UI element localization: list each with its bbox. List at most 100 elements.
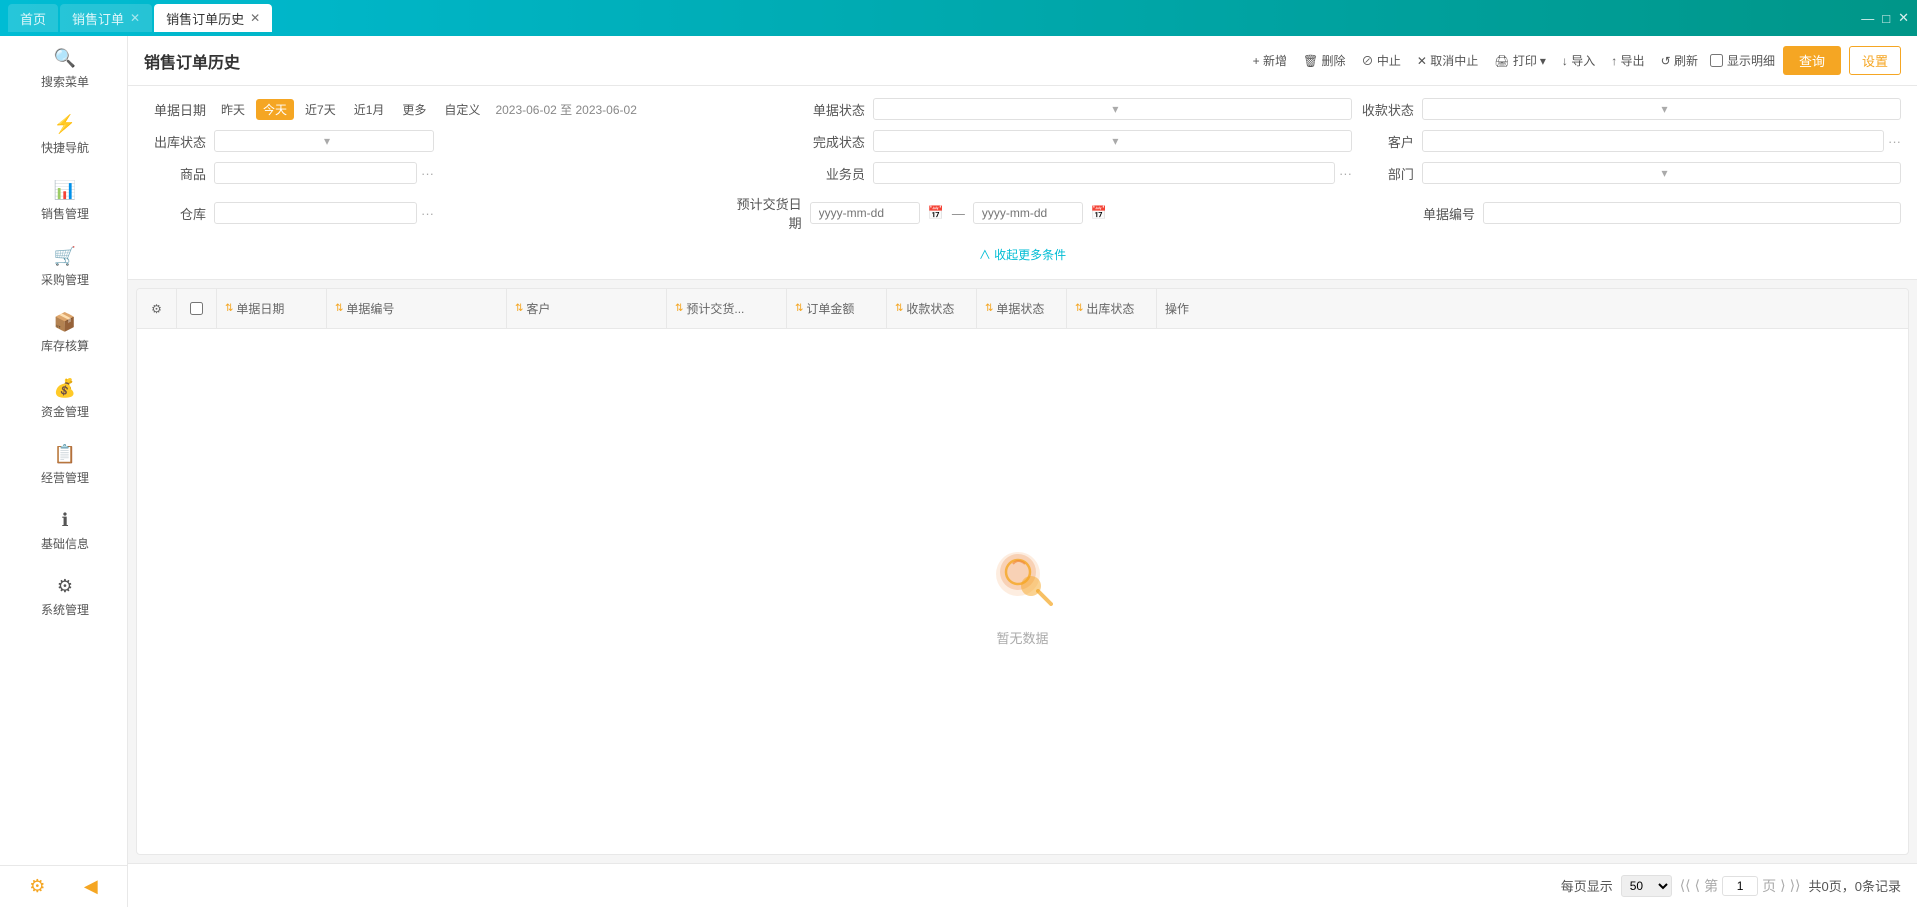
import-button[interactable]: ↓ 导入 — [1558, 50, 1599, 71]
bill-status-section: 单据状态 ▾ — [803, 98, 1352, 120]
tab-sales-order[interactable]: 销售订单 ✕ — [60, 4, 152, 32]
page-input[interactable] — [1722, 876, 1758, 896]
prev-page-btn[interactable]: ⟨ — [1695, 877, 1700, 894]
tab-close-history[interactable]: ✕ — [250, 11, 260, 25]
sort-icon-customer[interactable]: ⇅ — [515, 303, 523, 314]
add-button[interactable]: + 新增 — [1249, 50, 1291, 71]
sidebar-settings-icon[interactable]: ⚙ — [29, 876, 45, 897]
tab-close-sales-order[interactable]: ✕ — [130, 11, 140, 25]
print-arrow-icon: ▾ — [1540, 54, 1546, 68]
first-page-btn[interactable]: ⟨⟨ — [1680, 877, 1691, 894]
per-page-select[interactable]: 50 100 200 — [1621, 875, 1672, 897]
sidebar-item-quicknav[interactable]: ⚡ 快捷导航 — [0, 102, 127, 168]
billno-label: 单据编号 — [1413, 204, 1483, 223]
sidebar-item-basics[interactable]: ℹ 基础信息 — [0, 498, 127, 564]
last-page-btn[interactable]: ⟩⟩ — [1790, 877, 1801, 894]
warehouse-input[interactable] — [214, 202, 417, 224]
tab-sales-order-history[interactable]: 销售订单历史 ✕ — [154, 4, 272, 32]
filter-row-4: 仓库 ··· 预计交货日期 📅 — 📅 — [144, 194, 1901, 232]
sidebar-item-finance[interactable]: 💰 资金管理 — [0, 366, 127, 432]
cancel-stop-button[interactable]: ✕ 取消中止 — [1413, 50, 1482, 71]
window-maximize[interactable]: □ — [1882, 11, 1890, 26]
sidebar-bottom: ⚙ ◀ — [0, 865, 127, 907]
date-btn-7days[interactable]: 近7天 — [298, 99, 343, 120]
customer-dots-icon[interactable]: ··· — [1888, 134, 1901, 149]
select-all-checkbox[interactable] — [190, 302, 203, 315]
warehouse-section: 仓库 ··· — [144, 202, 730, 224]
complete-status-select[interactable]: ▾ — [873, 130, 1352, 152]
toolbar: + 新增 🗑 删除 ⊘ 中止 ✕ 取消中止 🖨 打印 ▾ ↓ 导入 — [1249, 46, 1901, 75]
window-minimize[interactable]: — — [1861, 11, 1874, 26]
app-layout: 🔍 搜索菜单 ⚡ 快捷导航 📊 销售管理 🛒 采购管理 📦 库存核算 💰 资金管… — [0, 36, 1917, 907]
sort-icon-billno[interactable]: ⇅ — [335, 303, 343, 314]
date-btn-more[interactable]: 更多 — [395, 99, 433, 120]
pay-status-label: 收款状态 — [1352, 100, 1422, 119]
search-icon: 🔍 — [54, 48, 76, 69]
sidebar-item-search[interactable]: 🔍 搜索菜单 — [0, 36, 127, 102]
salesman-input[interactable] — [873, 162, 1335, 184]
empty-icon — [983, 536, 1063, 616]
main-content: 销售订单历史 + 新增 🗑 删除 ⊘ 中止 ✕ 取消中止 🖨 打印 ▾ — [128, 36, 1917, 907]
export-button[interactable]: ↑ 导出 — [1607, 50, 1648, 71]
sort-icon-status[interactable]: ⇅ — [985, 303, 993, 314]
date-btn-custom[interactable]: 自定义 — [437, 99, 487, 120]
date-btn-yesterday[interactable]: 昨天 — [214, 99, 252, 120]
sort-icon-pay[interactable]: ⇅ — [895, 303, 903, 314]
th-checkbox[interactable] — [177, 289, 217, 328]
system-icon: ⚙ — [57, 576, 73, 597]
th-delivery: ⇅ 预计交货... — [667, 289, 787, 328]
table-settings-icon[interactable]: ⚙ — [151, 302, 162, 316]
customer-input[interactable] — [1422, 130, 1884, 152]
date-btn-1month[interactable]: 近1月 — [347, 99, 392, 120]
sort-icon-amount[interactable]: ⇅ — [795, 303, 803, 314]
sort-icon-delivery[interactable]: ⇅ — [675, 303, 683, 314]
empty-text: 暂无数据 — [996, 628, 1048, 647]
th-settings[interactable]: ⚙ — [137, 289, 177, 328]
collapse-filter-row[interactable]: ∧ 收起更多条件 — [144, 242, 1901, 267]
delivery-start-input[interactable] — [810, 202, 920, 224]
window-close[interactable]: ✕ — [1898, 10, 1909, 26]
sidebar-item-inventory[interactable]: 📦 库存核算 — [0, 300, 127, 366]
table-area: ⚙ ⇅ 单据日期 ⇅ 单据编号 ⇅ 客户 ⇅ — [136, 288, 1909, 855]
pay-status-select[interactable]: ▾ — [1422, 98, 1901, 120]
billno-input[interactable] — [1483, 202, 1901, 224]
filter-row-1: 单据日期 昨天 今天 近7天 近1月 更多 自定义 2023-06-02 至 2… — [144, 98, 1901, 120]
date-btn-today[interactable]: 今天 — [256, 99, 294, 120]
date-filter-section: 单据日期 昨天 今天 近7天 近1月 更多 自定义 2023-06-02 至 2… — [144, 99, 803, 120]
print-button[interactable]: 🖨 打印 ▾ — [1490, 50, 1550, 71]
show-detail-checkbox[interactable] — [1710, 54, 1723, 67]
salesman-dots-icon[interactable]: ··· — [1339, 166, 1352, 181]
pay-status-arrow-icon: ▾ — [1661, 102, 1892, 116]
product-dots-icon[interactable]: ··· — [421, 166, 434, 181]
customer-section: 客户 ··· — [1352, 130, 1901, 152]
sidebar-collapse-icon[interactable]: ◀ — [84, 876, 98, 897]
next-page-btn[interactable]: ⟩ — [1780, 877, 1785, 894]
product-input[interactable] — [214, 162, 417, 184]
setting-button[interactable]: 设置 — [1849, 46, 1901, 75]
show-detail-checkbox-label[interactable]: 显示明细 — [1710, 52, 1775, 69]
delivery-end-calendar-icon[interactable]: 📅 — [1091, 205, 1107, 221]
sidebar-item-system[interactable]: ⚙ 系统管理 — [0, 564, 127, 630]
basics-icon: ℹ — [62, 510, 69, 531]
sidebar-item-operations[interactable]: 📋 经营管理 — [0, 432, 127, 498]
bill-status-select[interactable]: ▾ — [873, 98, 1352, 120]
refresh-button[interactable]: ↺ 刷新 — [1657, 50, 1702, 71]
dept-select[interactable]: ▾ — [1422, 162, 1901, 184]
date-range-display: 2023-06-02 至 2023-06-02 — [495, 101, 636, 118]
sidebar-item-purchase[interactable]: 🛒 采购管理 — [0, 234, 127, 300]
sort-icon-date[interactable]: ⇅ — [225, 303, 233, 314]
query-button[interactable]: 查询 — [1783, 46, 1841, 75]
delete-button[interactable]: 🗑 删除 — [1299, 50, 1350, 71]
warehouse-dots-icon[interactable]: ··· — [421, 206, 434, 221]
sort-icon-out[interactable]: ⇅ — [1075, 303, 1083, 314]
delivery-date-section: 预计交货日期 📅 — 📅 — [730, 194, 1413, 232]
delivery-start-calendar-icon[interactable]: 📅 — [928, 205, 944, 221]
out-status-select[interactable]: ▾ — [214, 130, 434, 152]
sidebar-item-sales[interactable]: 📊 销售管理 — [0, 168, 127, 234]
delivery-end-input[interactable] — [973, 202, 1083, 224]
out-status-label: 出库状态 — [144, 132, 214, 151]
th-action: 操作 — [1157, 289, 1908, 328]
stop-button[interactable]: ⊘ 中止 — [1358, 50, 1405, 71]
tab-home[interactable]: 首页 — [8, 4, 58, 32]
date-filter-label: 单据日期 — [144, 100, 214, 119]
